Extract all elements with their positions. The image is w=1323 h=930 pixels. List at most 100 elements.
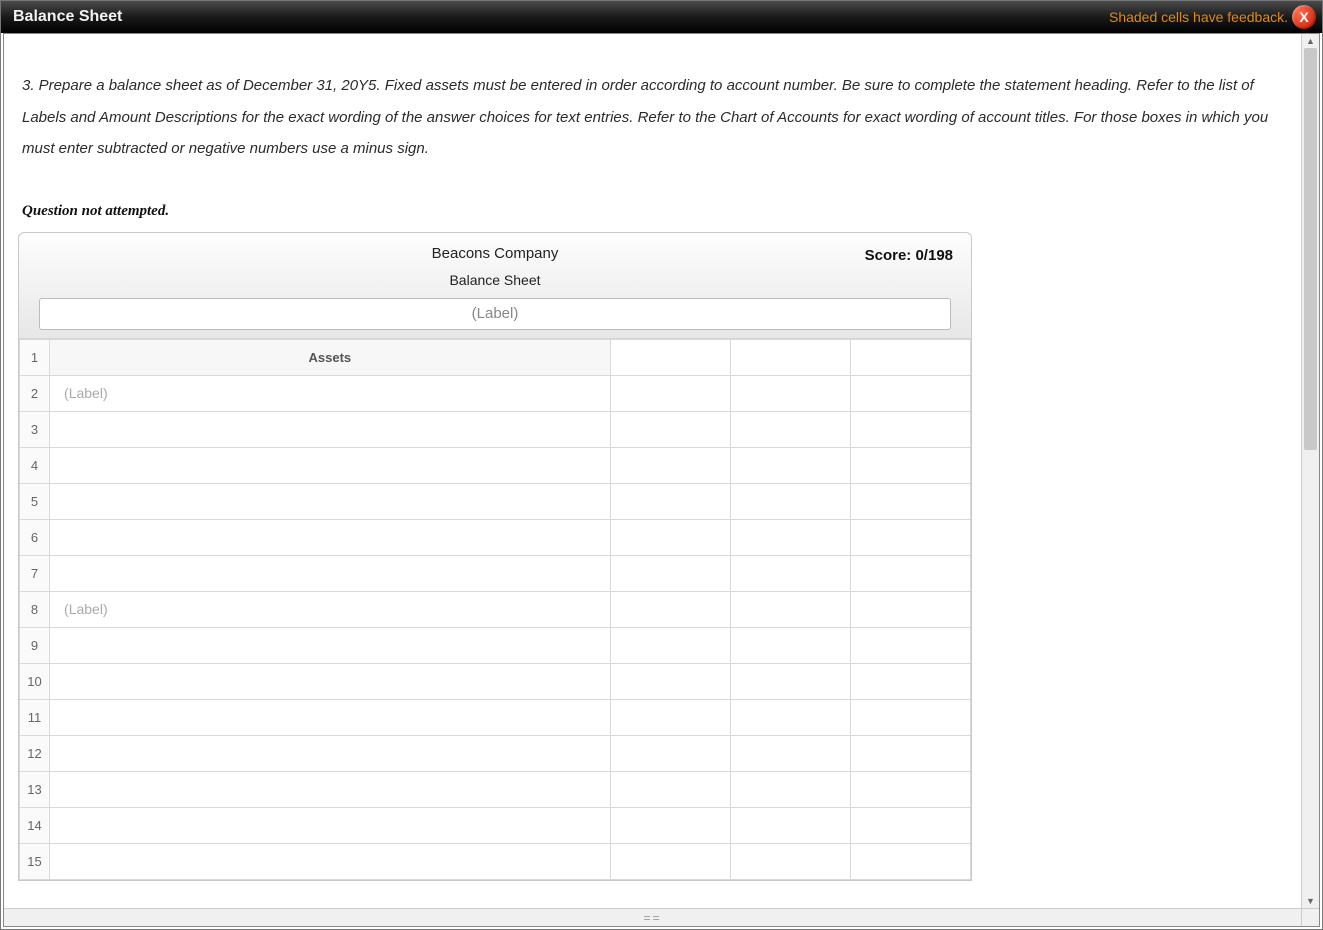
amount-input[interactable] xyxy=(851,484,970,519)
scroll-up-arrow-icon[interactable]: ▲ xyxy=(1302,34,1319,48)
row-number: 11 xyxy=(20,699,50,735)
amount-input[interactable] xyxy=(731,772,850,807)
amount-cell xyxy=(730,411,850,447)
balance-sheet-grid: 1Assets23456789101112131415 xyxy=(19,339,971,880)
amount-input[interactable] xyxy=(851,520,970,555)
row-number: 12 xyxy=(20,735,50,771)
vertical-scroll-thumb[interactable] xyxy=(1304,48,1317,450)
table-row: 6 xyxy=(20,519,971,555)
description-input[interactable] xyxy=(58,520,602,555)
amount-input[interactable] xyxy=(611,628,730,663)
amount-cell xyxy=(730,519,850,555)
amount-cell xyxy=(850,555,970,591)
row-number: 6 xyxy=(20,519,50,555)
statement-title: Balance Sheet xyxy=(33,272,957,298)
description-input[interactable] xyxy=(58,412,602,447)
amount-input[interactable] xyxy=(611,484,730,519)
description-input[interactable] xyxy=(58,664,602,699)
description-input[interactable] xyxy=(58,592,602,627)
amount-cell xyxy=(850,735,970,771)
description-input[interactable] xyxy=(58,628,602,663)
amount-cell xyxy=(610,627,730,663)
attempt-status: Question not attempted. xyxy=(4,175,1301,228)
amount-input[interactable] xyxy=(851,664,970,699)
amount-cell xyxy=(610,447,730,483)
amount-input[interactable] xyxy=(731,628,850,663)
description-input[interactable] xyxy=(58,772,602,807)
vertical-scrollbar[interactable]: ▲ ▼ xyxy=(1301,34,1319,908)
description-input[interactable] xyxy=(58,376,602,411)
table-row: 10 xyxy=(20,663,971,699)
amount-cell xyxy=(610,843,730,879)
amount-input[interactable] xyxy=(851,844,970,879)
amount-cell xyxy=(730,771,850,807)
amount-cell xyxy=(850,591,970,627)
amount-input[interactable] xyxy=(731,808,850,843)
row-number: 2 xyxy=(20,375,50,411)
amount-input[interactable] xyxy=(731,592,850,627)
description-input[interactable] xyxy=(58,808,602,843)
description-input[interactable] xyxy=(58,448,602,483)
amount-cell xyxy=(610,339,730,375)
amount-input[interactable] xyxy=(851,592,970,627)
row-number: 13 xyxy=(20,771,50,807)
amount-input[interactable] xyxy=(611,844,730,879)
amount-input[interactable] xyxy=(851,700,970,735)
amount-input[interactable] xyxy=(731,484,850,519)
amount-cell xyxy=(730,483,850,519)
row-number: 10 xyxy=(20,663,50,699)
amount-input[interactable] xyxy=(611,556,730,591)
amount-cell xyxy=(850,843,970,879)
horizontal-scrollbar[interactable]: == xyxy=(4,908,1301,926)
resize-handle-icon[interactable]: == xyxy=(643,911,661,925)
amount-cell xyxy=(850,375,970,411)
description-input[interactable] xyxy=(58,700,602,735)
table-row: 4 xyxy=(20,447,971,483)
table-row: 7 xyxy=(20,555,971,591)
amount-input[interactable] xyxy=(611,448,730,483)
content-scroll-area[interactable]: 3. Prepare a balance sheet as of Decembe… xyxy=(4,34,1301,908)
description-cell xyxy=(50,591,611,627)
amount-input[interactable] xyxy=(731,700,850,735)
amount-input[interactable] xyxy=(851,772,970,807)
table-row: 2 xyxy=(20,375,971,411)
amount-input[interactable] xyxy=(611,772,730,807)
amount-input[interactable] xyxy=(731,412,850,447)
row-number: 14 xyxy=(20,807,50,843)
amount-input[interactable] xyxy=(731,844,850,879)
amount-input[interactable] xyxy=(611,808,730,843)
amount-input[interactable] xyxy=(851,448,970,483)
amount-cell xyxy=(850,483,970,519)
amount-input[interactable] xyxy=(611,700,730,735)
amount-input[interactable] xyxy=(611,664,730,699)
amount-input[interactable] xyxy=(851,556,970,591)
amount-input[interactable] xyxy=(731,556,850,591)
scroll-down-arrow-icon[interactable]: ▼ xyxy=(1302,894,1319,908)
close-button[interactable]: X xyxy=(1292,5,1316,29)
description-input[interactable] xyxy=(58,484,602,519)
heading-label-input[interactable] xyxy=(40,305,950,322)
amount-input[interactable] xyxy=(731,520,850,555)
amount-input[interactable] xyxy=(851,736,970,771)
amount-input[interactable] xyxy=(851,808,970,843)
amount-cell xyxy=(610,483,730,519)
description-input[interactable] xyxy=(58,736,602,771)
amount-input[interactable] xyxy=(611,736,730,771)
amount-input[interactable] xyxy=(611,520,730,555)
amount-input[interactable] xyxy=(851,376,970,411)
amount-input[interactable] xyxy=(611,592,730,627)
amount-input[interactable] xyxy=(731,376,850,411)
amount-input[interactable] xyxy=(851,412,970,447)
amount-input[interactable] xyxy=(731,736,850,771)
amount-input[interactable] xyxy=(731,664,850,699)
row-number: 5 xyxy=(20,483,50,519)
row-number: 7 xyxy=(20,555,50,591)
amount-input[interactable] xyxy=(851,628,970,663)
description-input[interactable] xyxy=(58,556,602,591)
amount-input[interactable] xyxy=(611,376,730,411)
description-input[interactable] xyxy=(58,844,602,879)
amount-input[interactable] xyxy=(611,412,730,447)
amount-input[interactable] xyxy=(731,448,850,483)
amount-cell xyxy=(730,663,850,699)
amount-cell xyxy=(730,735,850,771)
